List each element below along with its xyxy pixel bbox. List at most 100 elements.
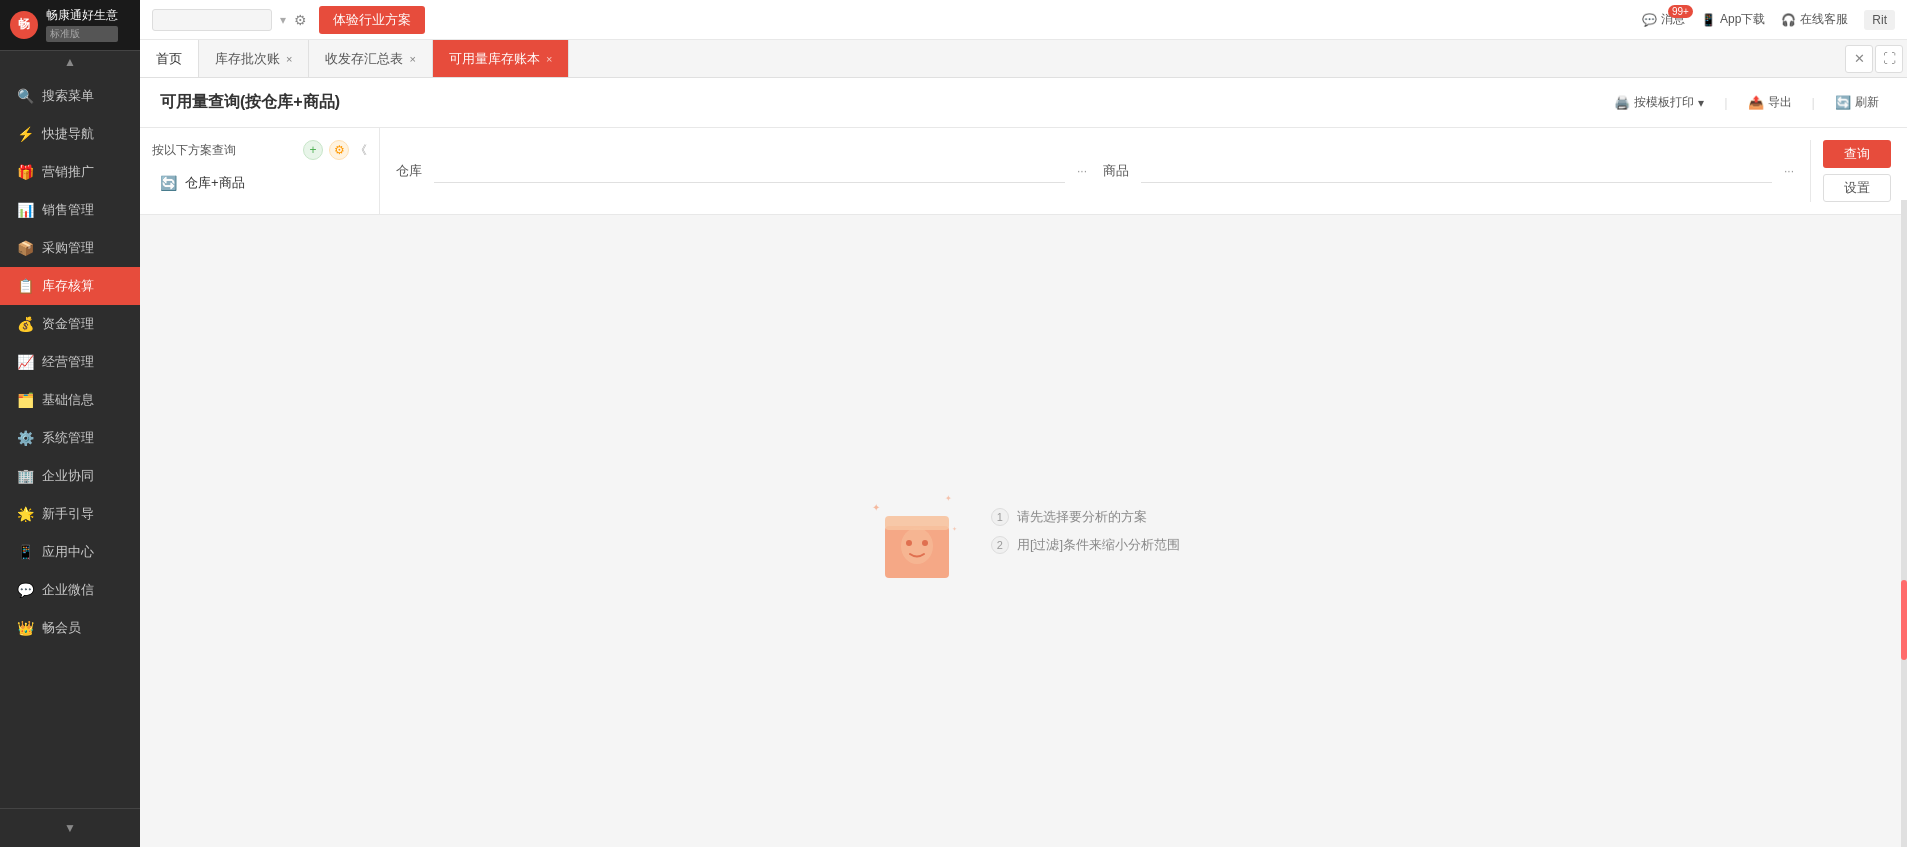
- svg-point-2: [901, 528, 933, 564]
- warehouse-label: 仓库: [396, 162, 426, 180]
- sidebar-item-sales[interactable]: 📊 销售管理: [0, 191, 140, 229]
- tab-recv-summary-close[interactable]: ×: [409, 53, 415, 65]
- msg-btn[interactable]: 💬 消息 99+: [1642, 11, 1685, 28]
- app-title: 畅康通好生意: [46, 8, 118, 24]
- tab-close-window-btn[interactable]: ✕: [1845, 45, 1873, 73]
- query-btn[interactable]: 查询: [1823, 140, 1891, 168]
- refresh-btn[interactable]: 🔄 刷新: [1827, 90, 1887, 115]
- main-content: ▾ ⚙ 体验行业方案 💬 消息 99+ 📱 App下载 🎧 在线客服 Rit: [140, 0, 1907, 847]
- sidebar-item-label: 经营管理: [42, 353, 94, 371]
- goods-input[interactable]: [1141, 159, 1772, 183]
- collapse-filter-btn[interactable]: 《: [355, 142, 367, 159]
- sidebar-item-inventory[interactable]: 📋 库存核算: [0, 267, 140, 305]
- scrollbar-thumb[interactable]: [1901, 580, 1907, 660]
- svg-point-3: [906, 540, 912, 546]
- filter-row: 仓库 ··· 商品 ··· 查询 设置: [396, 140, 1891, 202]
- sidebar-item-wechat[interactable]: 💬 企业微信: [0, 571, 140, 609]
- warehouse-more-btn[interactable]: ···: [1073, 162, 1091, 180]
- settings-scheme-btn[interactable]: ⚙: [329, 140, 349, 160]
- sidebar-item-label: 新手引导: [42, 505, 94, 523]
- service-label: 在线客服: [1800, 11, 1848, 28]
- empty-illustration: ✦ ✦ ✦: [867, 481, 967, 581]
- refresh-icon: 🔄: [1835, 95, 1851, 110]
- svg-text:✦: ✦: [945, 494, 952, 503]
- sidebar-item-enterprise[interactable]: 🏢 企业协同: [0, 457, 140, 495]
- sidebar-scroll-up[interactable]: ▲: [0, 51, 140, 73]
- money-icon: 💰: [16, 316, 34, 332]
- print-btn[interactable]: 🖨️ 按模板打印 ▾: [1606, 90, 1712, 115]
- add-scheme-btn[interactable]: +: [303, 140, 323, 160]
- sidebar-item-label: 营销推广: [42, 163, 94, 181]
- sidebar-item-label: 基础信息: [42, 391, 94, 409]
- tab-batch-ledger-close[interactable]: ×: [286, 53, 292, 65]
- export-btn[interactable]: 📤 导出: [1740, 90, 1800, 115]
- page-title: 可用量查询(按仓库+商品): [160, 92, 340, 113]
- tab-available-ledger-close[interactable]: ×: [546, 53, 552, 65]
- sidebar-item-label: 销售管理: [42, 201, 94, 219]
- empty-svg: ✦ ✦ ✦: [867, 481, 967, 591]
- filter-scheme-title: 按以下方案查询: [152, 142, 236, 159]
- tab-home[interactable]: 首页: [140, 40, 199, 77]
- sidebar-item-label: 企业微信: [42, 581, 94, 599]
- svg-point-4: [922, 540, 928, 546]
- sidebar: 畅 畅康通好生意 标准版 ▲ 🔍 搜索菜单 ⚡ 快捷导航 🎁 营销推广 📊 销售…: [0, 0, 140, 847]
- tab-expand-window-btn[interactable]: ⛶: [1875, 45, 1903, 73]
- sidebar-item-marketing[interactable]: 🎁 营销推广: [0, 153, 140, 191]
- tab-home-label: 首页: [156, 50, 182, 68]
- warehouse-input[interactable]: [434, 159, 1065, 183]
- sidebar-item-label: 搜索菜单: [42, 87, 94, 105]
- sidebar-scroll-down[interactable]: ▼: [0, 817, 140, 839]
- sidebar-item-basic[interactable]: 🗂️ 基础信息: [0, 381, 140, 419]
- svg-text:✦: ✦: [872, 502, 880, 513]
- industry-btn[interactable]: 体验行业方案: [319, 6, 425, 34]
- tab-batch-ledger[interactable]: 库存批次账 ×: [199, 40, 309, 77]
- sidebar-item-member[interactable]: 👑 畅会员: [0, 609, 140, 647]
- headset-icon: 🎧: [1781, 13, 1796, 27]
- app-subtitle: 标准版: [46, 26, 118, 42]
- page-header: 可用量查询(按仓库+商品) 🖨️ 按模板打印 ▾ | 📤 导出 | 🔄 刷新: [140, 78, 1907, 128]
- filter-area: 按以下方案查询 + ⚙ 《 🔄 仓库+商品 仓库: [140, 128, 1907, 215]
- tab-recv-summary[interactable]: 收发存汇总表 ×: [309, 40, 432, 77]
- user-menu-btn[interactable]: Rit: [1864, 10, 1895, 30]
- step-text-1: 请先选择要分析的方案: [1017, 508, 1147, 526]
- sidebar-item-newguide[interactable]: 🌟 新手引导: [0, 495, 140, 533]
- sidebar-item-label: 快捷导航: [42, 125, 94, 143]
- sidebar-item-operation[interactable]: 📈 经营管理: [0, 343, 140, 381]
- sidebar-item-finance[interactable]: 💰 资金管理: [0, 305, 140, 343]
- chat-icon: 💬: [16, 582, 34, 598]
- tab-available-ledger[interactable]: 可用量库存账本 ×: [433, 40, 569, 77]
- page-header-actions: 🖨️ 按模板打印 ▾ | 📤 导出 | 🔄 刷新: [1606, 90, 1887, 115]
- gear-icon: ⚙️: [16, 430, 34, 446]
- goods-label: 商品: [1103, 162, 1133, 180]
- topbar-search-input[interactable]: [152, 9, 272, 31]
- topbar: ▾ ⚙ 体验行业方案 💬 消息 99+ 📱 App下载 🎧 在线客服 Rit: [140, 0, 1907, 40]
- folder-icon: 🗂️: [16, 392, 34, 408]
- user-label: Rit: [1872, 13, 1887, 27]
- tab-available-ledger-label: 可用量库存账本: [449, 50, 540, 68]
- right-scrollbar[interactable]: [1901, 200, 1907, 847]
- sidebar-item-apps[interactable]: 📱 应用中心: [0, 533, 140, 571]
- tabs-window-btns: ✕ ⛶: [1845, 40, 1907, 77]
- sidebar-item-label: 系统管理: [42, 429, 94, 447]
- goods-filter-field: 商品 ···: [1103, 159, 1798, 183]
- sidebar-item-label: 库存核算: [42, 277, 94, 295]
- topbar-gear-icon[interactable]: ⚙: [294, 12, 307, 28]
- service-btn[interactable]: 🎧 在线客服: [1781, 11, 1848, 28]
- step-text-2: 用[过滤]条件来缩小分析范围: [1017, 536, 1180, 554]
- app-download-btn[interactable]: 📱 App下载: [1701, 11, 1765, 28]
- sidebar-item-search[interactable]: 🔍 搜索菜单: [0, 77, 140, 115]
- msg-badge: 99+: [1668, 5, 1693, 18]
- filter-scheme-header: 按以下方案查询 + ⚙ 《: [152, 140, 367, 160]
- sidebar-item-purchase[interactable]: 📦 采购管理: [0, 229, 140, 267]
- goods-more-btn[interactable]: ···: [1780, 162, 1798, 180]
- sidebar-item-system[interactable]: ⚙️ 系统管理: [0, 419, 140, 457]
- topbar-search-area: [152, 9, 272, 31]
- scheme-warehouse-goods[interactable]: 🔄 仓库+商品: [152, 168, 367, 198]
- msg-icon: 💬: [1642, 13, 1657, 27]
- lightning-icon: ⚡: [16, 126, 34, 142]
- tab-batch-ledger-label: 库存批次账: [215, 50, 280, 68]
- filter-settings-btn[interactable]: 设置: [1823, 174, 1891, 202]
- topbar-caret-icon[interactable]: ▾: [280, 13, 286, 27]
- step-num-2: 2: [991, 536, 1009, 554]
- sidebar-item-shortcuts[interactable]: ⚡ 快捷导航: [0, 115, 140, 153]
